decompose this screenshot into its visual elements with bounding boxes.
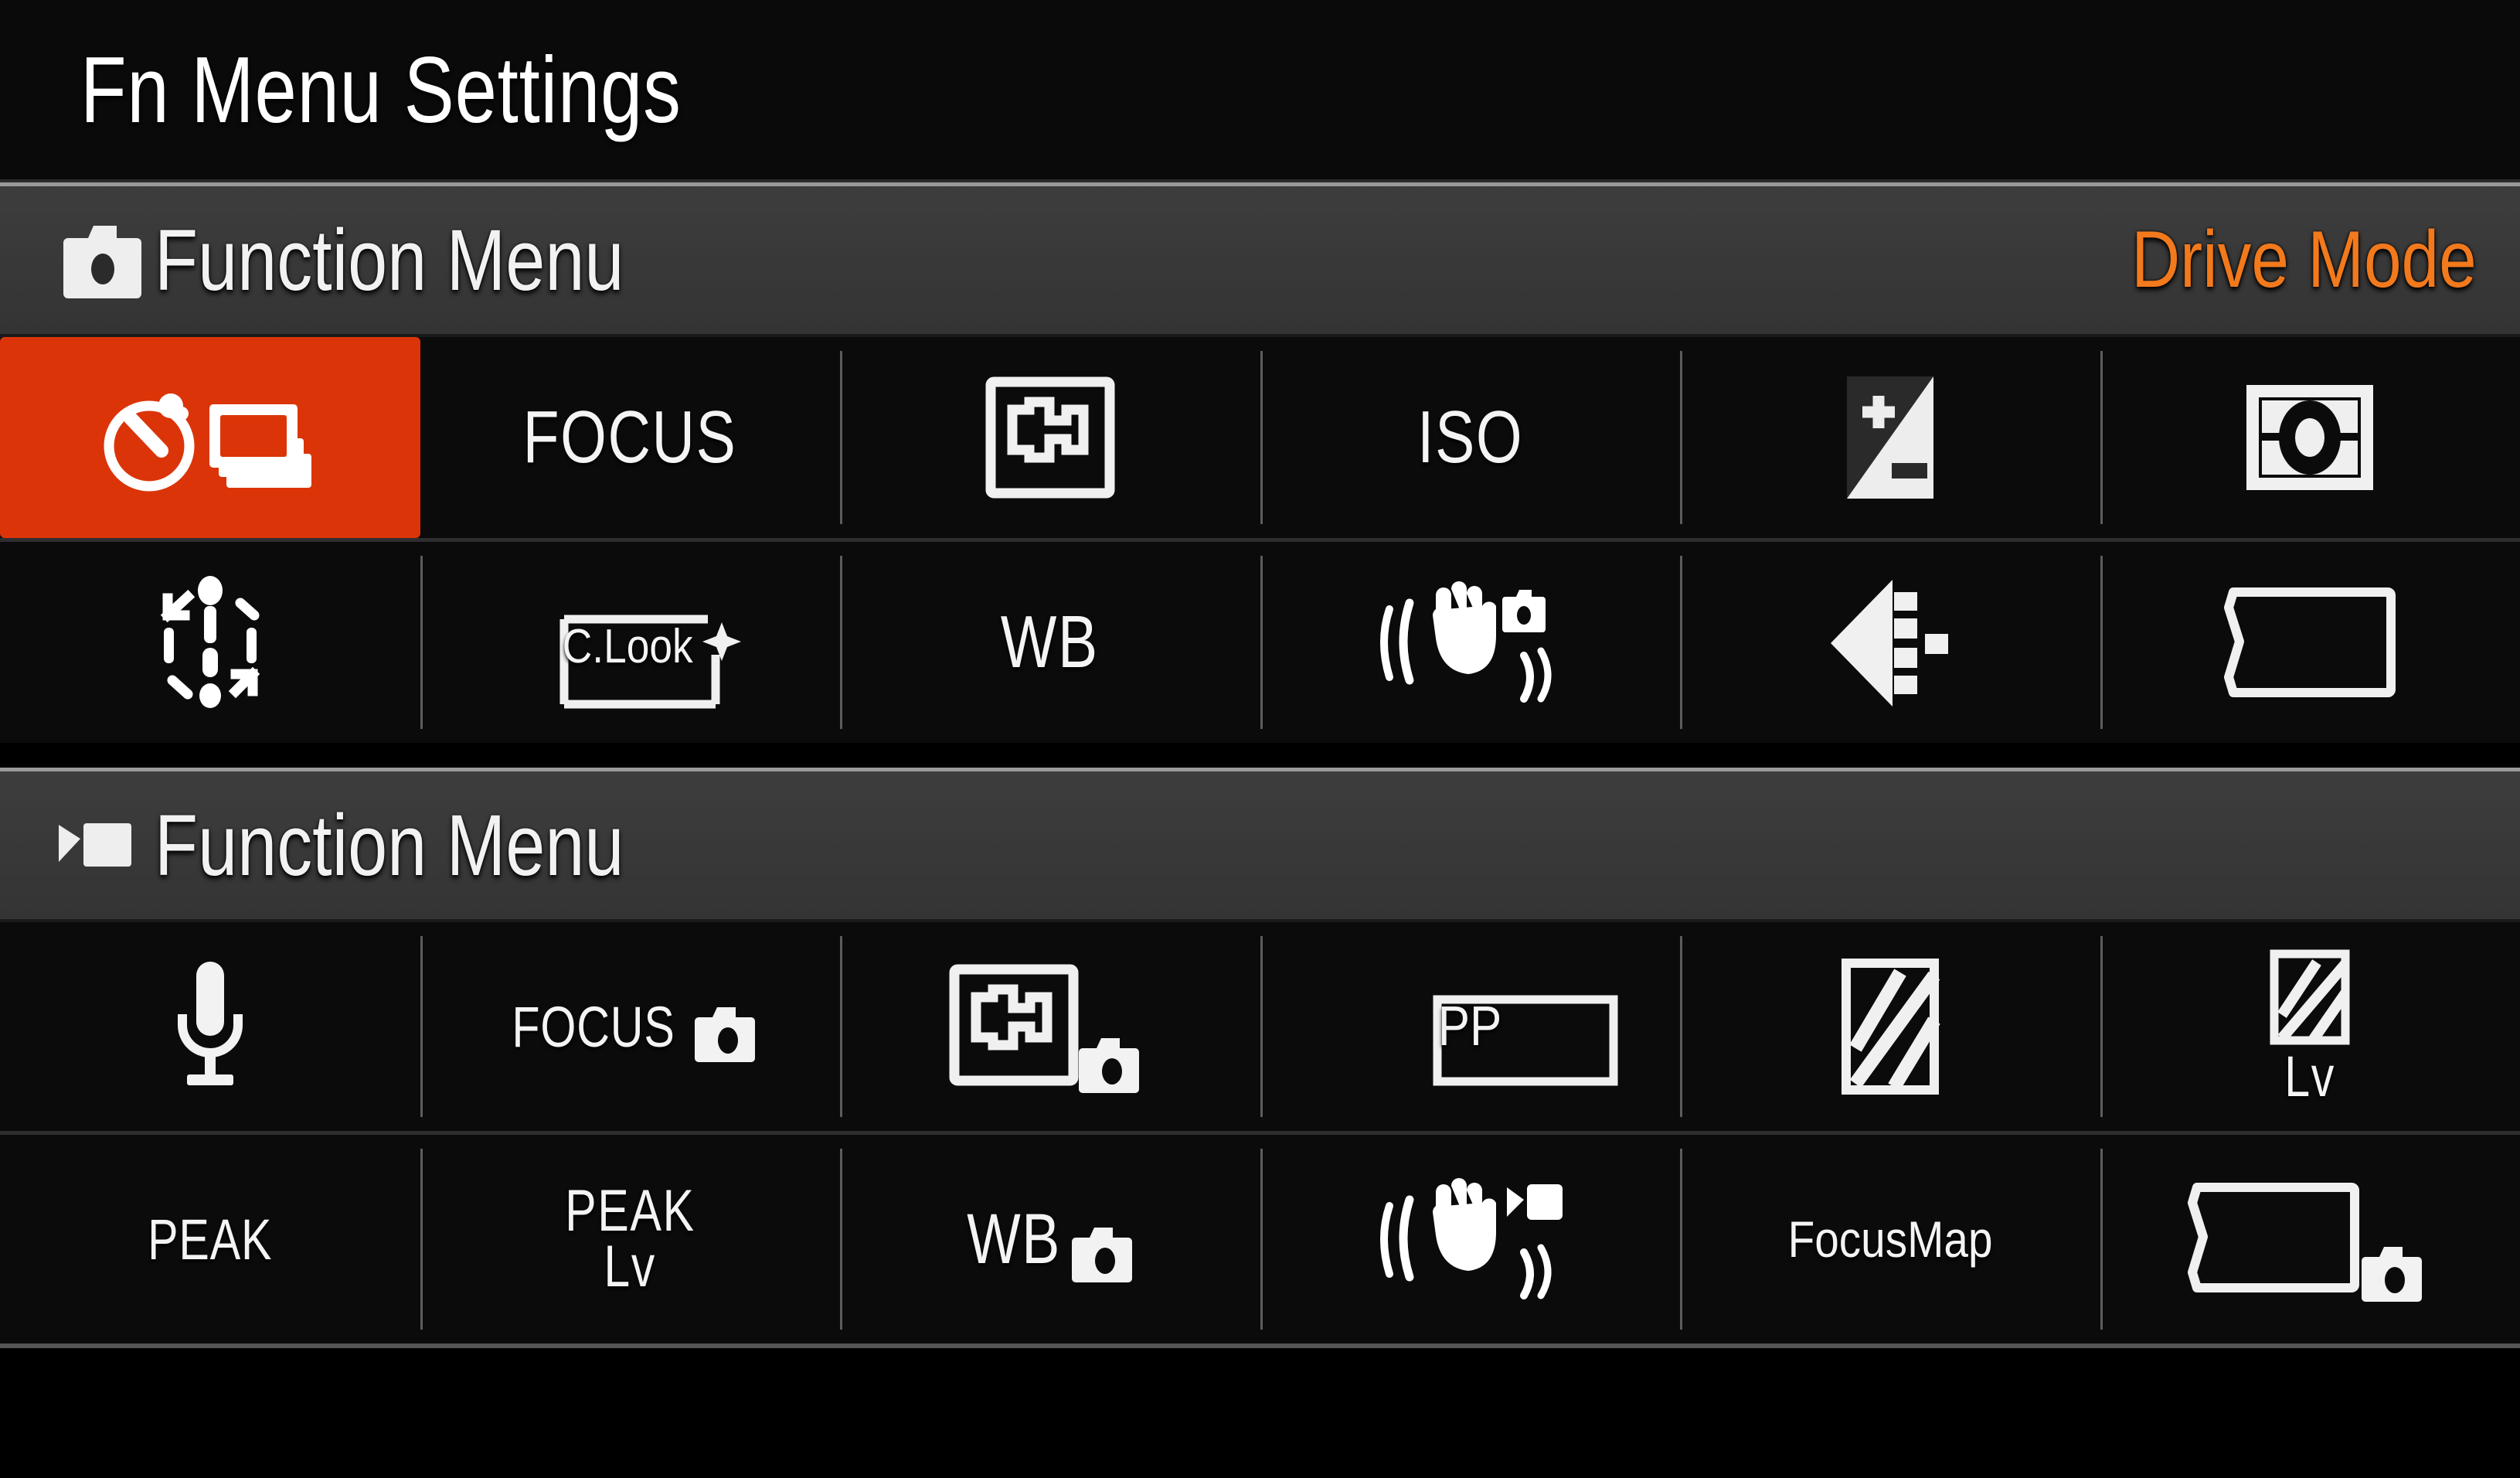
memory-card-still-badge-group [2185,1180,2435,1302]
still-camera-icon [46,215,144,305]
still-row-1: FOCUS ISO [0,337,2520,538]
fn-cell-picture-effect[interactable] [1680,542,2100,743]
fn-cell-focus-area-still-badge[interactable] [840,922,1260,1131]
focus-label: FOCUS [522,396,737,478]
fn-cell-focus-area[interactable] [840,337,1260,538]
wb-label: WB [1001,601,1100,683]
creative-look-label: C.Look [562,619,693,673]
fn-cell-peaking-display[interactable]: PEAK [0,1135,420,1343]
fn-cell-exposure-compensation[interactable] [1680,337,2100,538]
exposure-compensation-icon [1836,372,1944,503]
focus-still-badge-group: FOCUS [491,994,768,1062]
peak-level-line2: Lv [604,1234,656,1299]
memory-card-icon [2185,1180,2362,1299]
memory-card-icon [2221,584,2399,700]
still-badge-icon [2355,1240,2435,1310]
movie-function-menu-header: Function Menu [0,768,2520,922]
steadyshot-movie-icon [1369,1173,1570,1305]
movie-row-1: FOCUS PP Lv [0,922,2520,1131]
focus-area-still-badge-group [948,963,1152,1093]
drive-mode-icon [90,380,330,496]
fn-cell-wb-still-badge[interactable]: WB [840,1135,1260,1343]
iso-label: ISO [1416,396,1523,478]
fn-cell-iso[interactable]: ISO [1260,337,1680,538]
fn-menu-settings-screen: Fn Menu Settings Function Menu Drive Mod… [0,0,2520,1478]
fn-cell-audio-rec-level[interactable] [0,922,420,1131]
microphone-icon [164,957,257,1096]
zebra-level-icon [2269,948,2351,1048]
peak-level-line1: PEAK [564,1177,695,1244]
fn-cell-metering-mode[interactable] [2100,337,2520,538]
still-badge-icon [1065,1221,1145,1291]
fn-cell-drive-mode[interactable] [0,337,420,538]
bottom-separator [0,1343,2520,1348]
peak-label: PEAK [148,1207,273,1272]
fn-cell-memory-card-still-badge[interactable] [2100,1135,2520,1343]
picture-effect-icon [1817,575,1964,710]
drive-mode-value: Drive Mode [2131,215,2477,305]
creative-look-icon: C.Look [556,611,742,708]
still-function-menu-title: Function Menu [155,212,624,308]
still-function-menu-header: Function Menu Drive Mode [0,182,2520,337]
fn-cell-steadyshot-still[interactable] [1260,542,1680,743]
metering-mode-icon [2242,376,2378,499]
fn-cell-focus-still-badge[interactable]: FOCUS [420,922,840,1131]
movie-function-grid: FOCUS PP Lv PEAK PEAK Lv WB FocusMap [0,922,2520,1348]
zebra-display-icon [1840,957,1940,1096]
page-title: Fn Menu Settings [80,37,682,142]
picture-profile-icon: PP [1433,995,1618,1086]
fn-cell-creative-look[interactable]: C.Look [420,542,840,743]
focus-bracket-icon [145,575,276,710]
zebra-level-group: Lv [2269,948,2351,1109]
still-badge-icon [688,1000,768,1071]
wb-label: WB [966,1199,1061,1279]
section-gap [0,743,2520,768]
focus-label: FOCUS [512,994,675,1059]
steadyshot-still-icon [1369,577,1570,708]
fn-cell-memory-card[interactable] [2100,542,2520,743]
zebra-level-label: Lv [2284,1044,2336,1109]
still-row-2: C.Look WB [0,542,2520,743]
wb-still-badge-group: WB [955,1199,1145,1282]
fn-cell-steadyshot-movie[interactable] [1260,1135,1680,1343]
peak-level-group: PEAK Lv [549,1177,712,1299]
still-function-grid: FOCUS ISO C.Look WB [0,337,2520,743]
fn-cell-focus-map[interactable]: FocusMap [1680,1135,2100,1343]
still-badge-icon [1072,1031,1152,1102]
movie-function-menu-title: Function Menu [155,797,624,894]
fn-cell-zebra-level[interactable]: Lv [2100,922,2520,1131]
focus-area-icon [948,963,1080,1091]
fn-cell-picture-profile[interactable]: PP [1260,922,1680,1131]
movie-row-2: PEAK PEAK Lv WB FocusMap [0,1135,2520,1343]
fn-cell-focus-bracket[interactable] [0,542,420,743]
fn-cell-zebra-display[interactable] [1680,922,2100,1131]
fn-cell-peaking-level[interactable]: PEAK Lv [420,1135,840,1343]
page-title-bar: Fn Menu Settings [0,0,2520,182]
focusmap-label: FocusMap [1787,1211,1993,1268]
focus-area-icon [985,376,1116,499]
movie-camera-icon [46,800,144,891]
fn-cell-white-balance[interactable]: WB [840,542,1260,743]
pp-label: PP [1437,996,1502,1057]
fn-cell-focus[interactable]: FOCUS [420,337,840,538]
